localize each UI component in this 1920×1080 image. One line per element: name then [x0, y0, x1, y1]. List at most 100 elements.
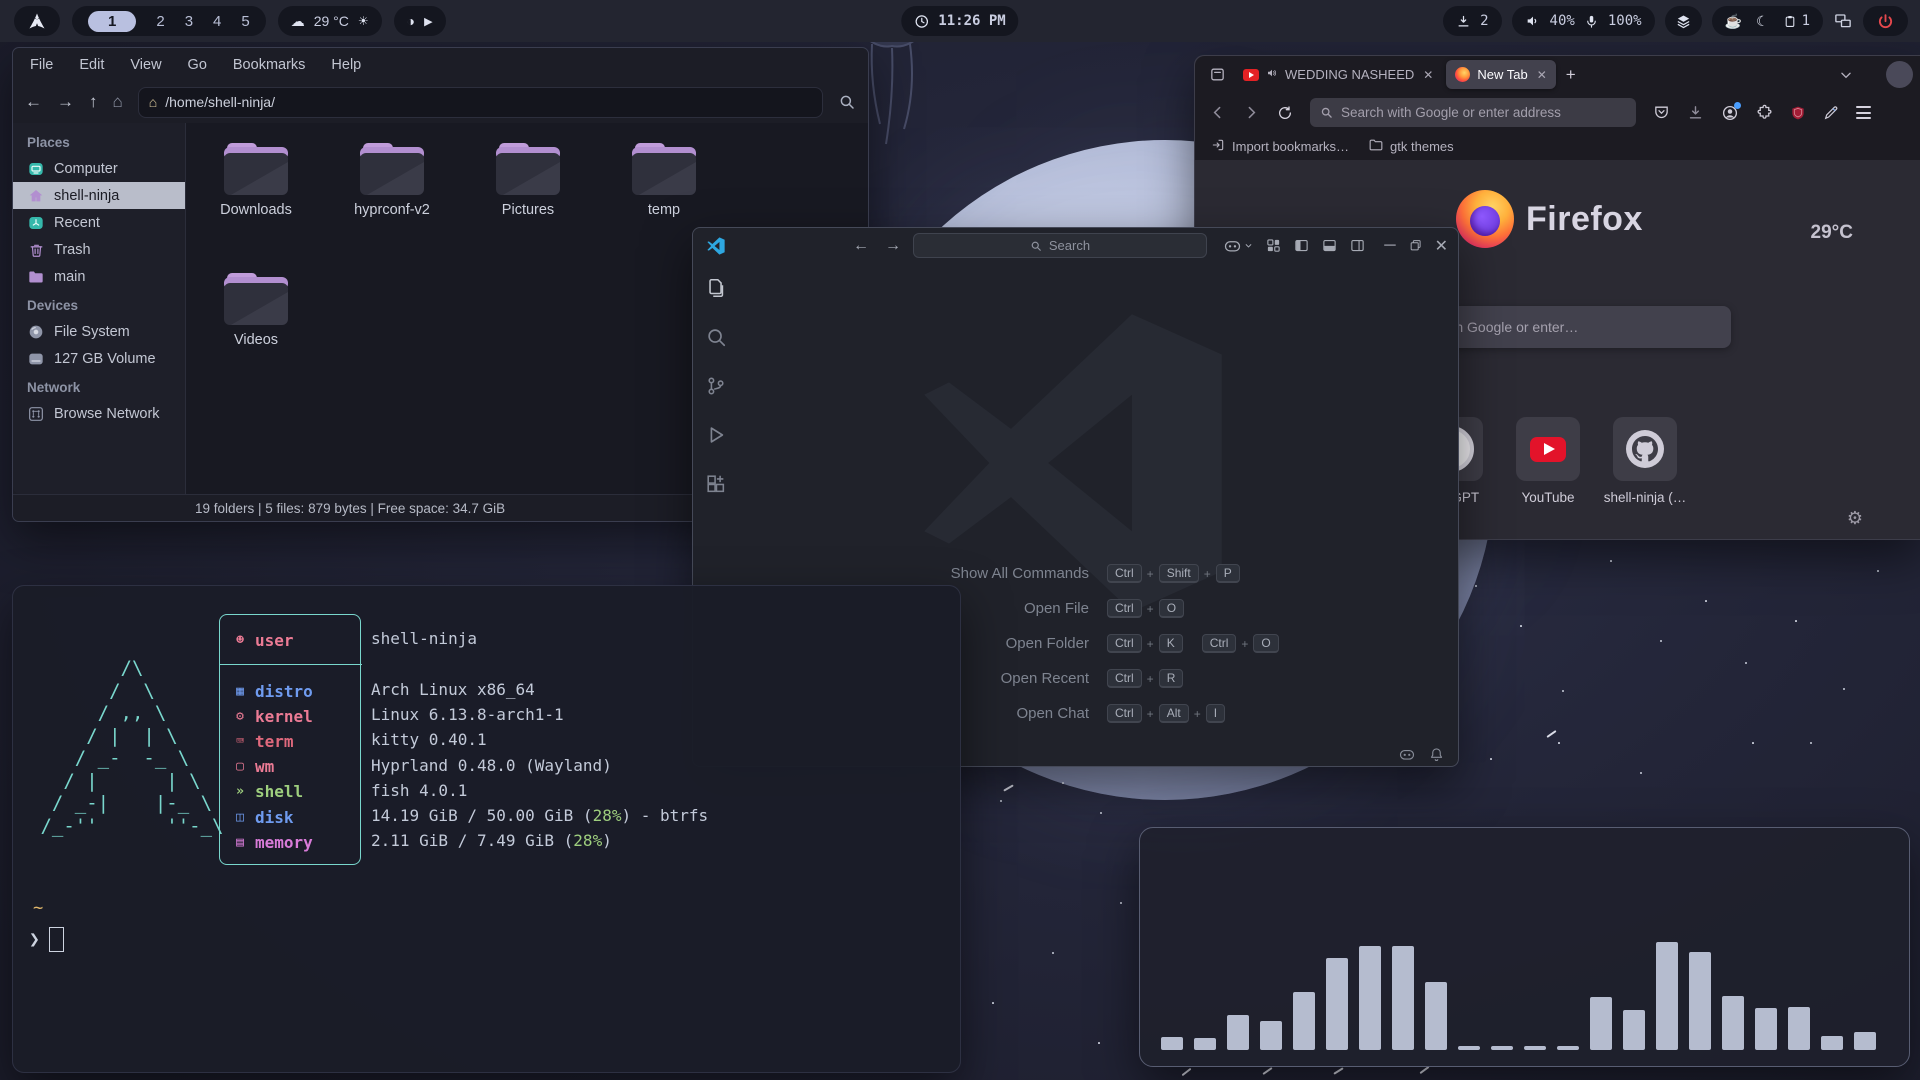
launcher-button[interactable]: [14, 6, 60, 36]
folder-pictures[interactable]: Pictures: [468, 143, 588, 218]
sidebar-item-file-system[interactable]: File System: [13, 318, 185, 345]
media-widget[interactable]: ◑ ▶: [393, 6, 446, 36]
account-button[interactable]: [1721, 101, 1741, 122]
toggle-sidebar-right-icon[interactable]: [1350, 238, 1365, 253]
menu-help[interactable]: Help: [331, 57, 361, 73]
screencast-icon[interactable]: [1833, 12, 1853, 30]
copilot-status-icon[interactable]: [1399, 748, 1415, 761]
back-button[interactable]: ←: [853, 237, 869, 255]
back-icon[interactable]: [1209, 104, 1226, 121]
shortcut-tile-shell-ninja[interactable]: shell-ninja (…: [1602, 417, 1688, 505]
key-ctrl[interactable]: Ctrl: [1107, 599, 1142, 618]
search-icon[interactable]: [705, 326, 727, 348]
workspace-button-4[interactable]: 4: [213, 13, 221, 30]
key-k[interactable]: K: [1158, 634, 1183, 653]
folder-downloads[interactable]: Downloads: [196, 143, 316, 218]
downloads-icon[interactable]: [1687, 104, 1704, 121]
key-ctrl[interactable]: Ctrl: [1107, 704, 1142, 723]
key-ctrl[interactable]: Ctrl: [1107, 669, 1142, 688]
forward-button[interactable]: →: [885, 237, 901, 255]
pocket-icon[interactable]: [1653, 104, 1670, 121]
copilot-button[interactable]: [1224, 239, 1253, 253]
folder-temp[interactable]: temp: [604, 143, 724, 218]
weather-widget[interactable]: ☁ 29 °C ☀: [277, 6, 382, 36]
home-button[interactable]: ⌂: [113, 92, 123, 112]
sidebar-item-recent[interactable]: Recent: [13, 209, 185, 236]
sidebar-item-trash[interactable]: Trash: [13, 236, 185, 263]
forward-button[interactable]: →: [57, 92, 74, 112]
menu-view[interactable]: View: [130, 57, 161, 73]
sidebar-item-computer[interactable]: Computer: [13, 155, 185, 182]
key-p[interactable]: P: [1215, 564, 1240, 583]
new-tab-button[interactable]: +: [1566, 65, 1576, 85]
toggle-panel-icon[interactable]: [1322, 238, 1337, 253]
path-bar[interactable]: ⌂ /home/shell-ninja/: [137, 86, 823, 118]
extensions-icon[interactable]: [705, 473, 727, 495]
extensions-icon[interactable]: [1756, 104, 1773, 121]
edit-pen-icon[interactable]: [1823, 105, 1839, 121]
search-icon[interactable]: [838, 93, 856, 111]
forward-icon[interactable]: [1243, 104, 1260, 121]
key-ctrl[interactable]: Ctrl: [1107, 564, 1142, 583]
audio-widget[interactable]: 40% 100%: [1511, 6, 1655, 36]
workspace-button-5[interactable]: 5: [241, 13, 249, 30]
back-button[interactable]: ←: [25, 92, 42, 112]
workspace-button-1[interactable]: 1: [88, 10, 137, 32]
key-alt[interactable]: Alt: [1158, 704, 1189, 723]
up-button[interactable]: ↑: [89, 92, 98, 112]
restore-button[interactable]: [1409, 239, 1422, 252]
customize-layout-icon[interactable]: [1266, 238, 1281, 253]
minimize-button[interactable]: ─: [1384, 237, 1395, 255]
toggle-sidebar-left-icon[interactable]: [1294, 238, 1309, 253]
caffeine-icon[interactable]: ☕: [1725, 13, 1742, 30]
menu-button[interactable]: [1856, 106, 1871, 119]
reload-icon[interactable]: [1277, 105, 1293, 121]
sidebar-item-browse-network[interactable]: Browse Network: [13, 400, 185, 427]
bookmark-import-bookmarks[interactable]: Import bookmarks…: [1211, 138, 1349, 155]
close-button[interactable]: ✕: [1435, 236, 1448, 256]
tab-close-icon[interactable]: ✕: [1537, 68, 1547, 82]
newtab-settings-gear-icon[interactable]: ⚙: [1847, 508, 1863, 529]
key-ctrl[interactable]: Ctrl: [1201, 634, 1237, 653]
key-o[interactable]: O: [1253, 634, 1279, 653]
menu-file[interactable]: File: [30, 57, 53, 73]
key-o[interactable]: O: [1158, 599, 1185, 618]
tab-wedding-nasheed[interactable]: WEDDING NASHEED ✕: [1234, 60, 1442, 89]
sidebar-item-main[interactable]: main: [13, 263, 185, 290]
updates-widget[interactable]: 2: [1443, 6, 1502, 36]
command-center-search[interactable]: Search: [913, 233, 1207, 258]
run-debug-icon[interactable]: [705, 424, 727, 446]
bookmark-gtk-themes[interactable]: gtk themes: [1369, 139, 1454, 154]
account-avatar[interactable]: [1886, 61, 1913, 88]
menu-bookmarks[interactable]: Bookmarks: [233, 57, 306, 73]
explorer-icon[interactable]: [705, 277, 727, 299]
key-shift[interactable]: Shift: [1158, 564, 1199, 583]
layers-button[interactable]: [1664, 6, 1702, 36]
shell-prompt[interactable]: ❯: [29, 927, 64, 952]
folder-hyprconf-v2[interactable]: hyprconf-v2: [332, 143, 452, 218]
shortcut-tile-youtube[interactable]: YouTube: [1505, 417, 1591, 505]
newtab-weather[interactable]: 29°C: [1811, 222, 1853, 244]
clipboard-widget[interactable]: 1: [1783, 13, 1810, 29]
menu-go[interactable]: Go: [188, 57, 207, 73]
tab-audio-icon[interactable]: [1266, 67, 1278, 82]
workspace-button-2[interactable]: 2: [156, 13, 164, 30]
tab-new-tab[interactable]: New Tab ✕: [1446, 60, 1556, 89]
workspace-button-3[interactable]: 3: [185, 13, 193, 30]
folder-videos[interactable]: Videos: [196, 273, 316, 348]
clock-widget[interactable]: 11:26 PM: [901, 6, 1019, 36]
sidebar-item-127-gb-volume[interactable]: 127 GB Volume: [13, 345, 185, 372]
power-button[interactable]: [1863, 6, 1908, 36]
key-ctrl[interactable]: Ctrl: [1107, 634, 1142, 653]
notifications-bell-icon[interactable]: [1429, 747, 1444, 762]
ublock-icon[interactable]: [1790, 105, 1806, 121]
url-bar[interactable]: Search with Google or enter address: [1310, 98, 1636, 127]
key-r[interactable]: R: [1158, 669, 1184, 688]
tab-library-icon[interactable]: [1209, 66, 1226, 83]
night-light-icon[interactable]: ☾: [1756, 13, 1769, 30]
sidebar-item-shell-ninja[interactable]: shell-ninja: [13, 182, 185, 209]
tab-close-icon[interactable]: ✕: [1423, 68, 1433, 82]
key-i[interactable]: I: [1205, 704, 1226, 723]
menu-edit[interactable]: Edit: [79, 57, 104, 73]
list-tabs-chevron-icon[interactable]: [1839, 68, 1853, 82]
